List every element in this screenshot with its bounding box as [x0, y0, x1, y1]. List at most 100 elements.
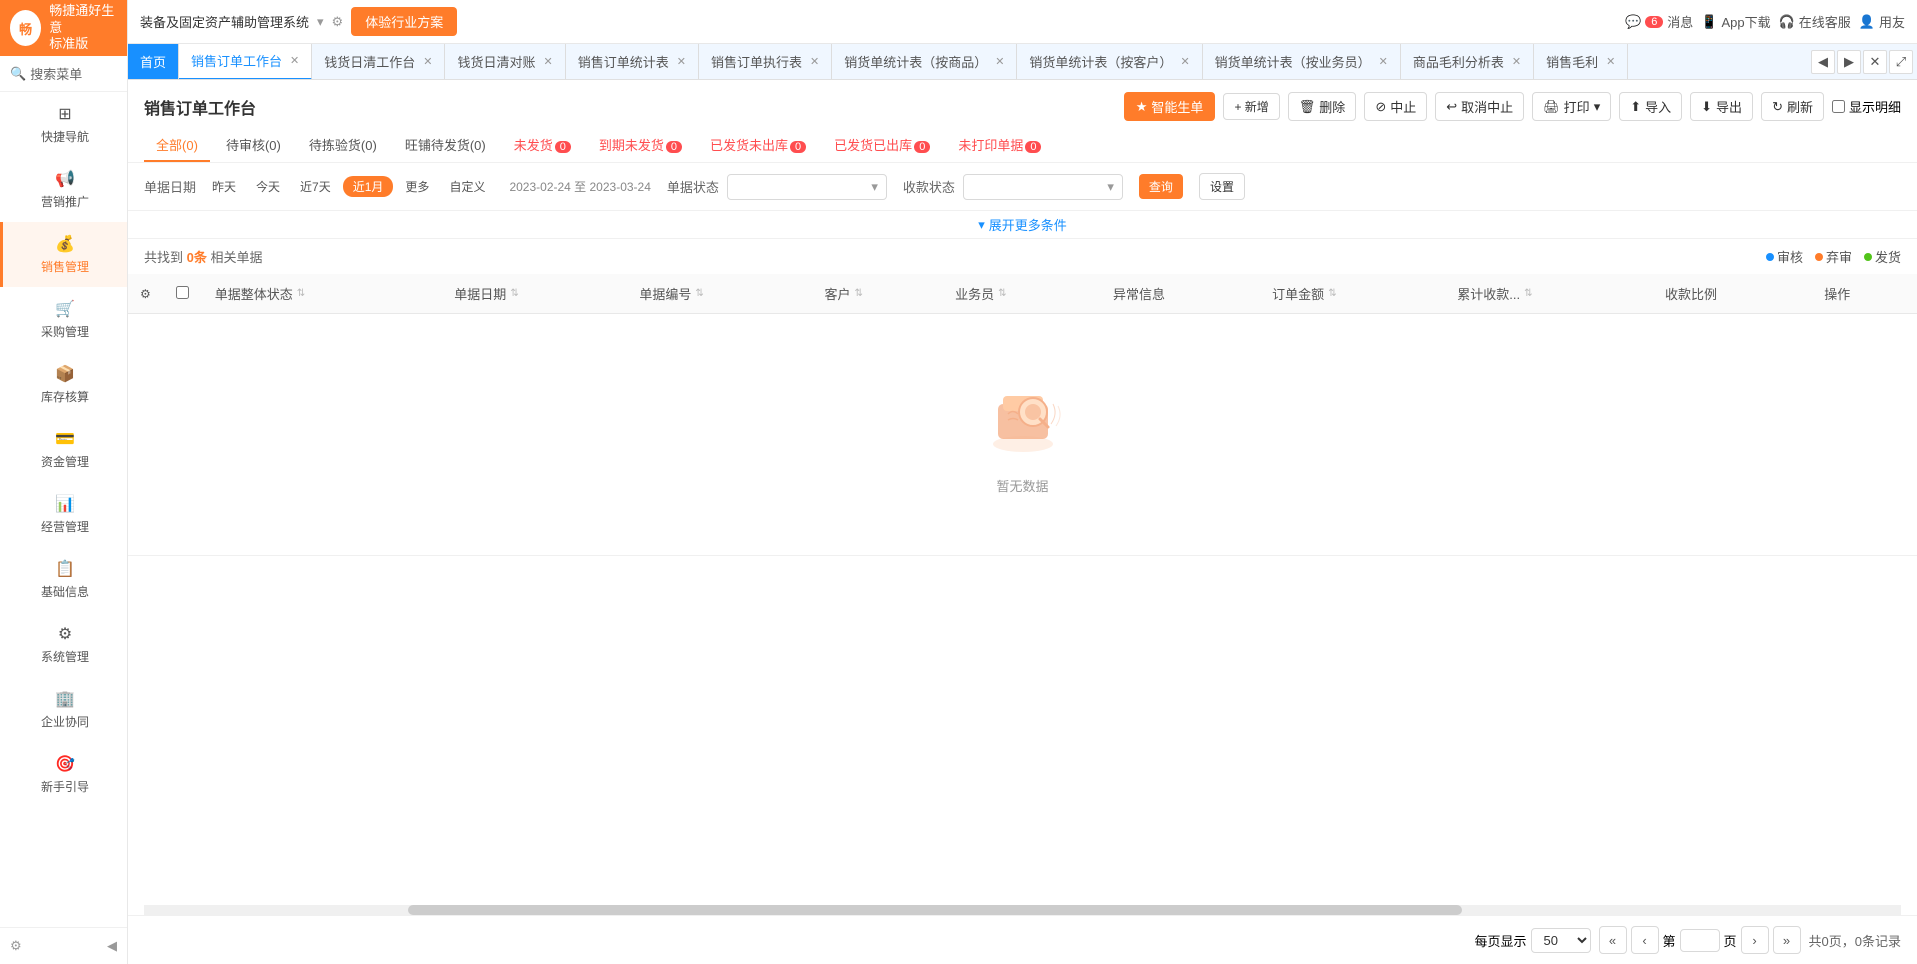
tab-sales-stats-staff[interactable]: 销货单统计表（按业务员） ✕ [1203, 44, 1401, 80]
page-size-select[interactable]: 50 100 200 [1531, 928, 1591, 953]
page-next-btn[interactable]: › [1741, 926, 1769, 954]
tab-cash-reconcile[interactable]: 钱货日清对账 ✕ [445, 44, 565, 80]
date-custom-btn[interactable]: 自定义 [441, 176, 493, 197]
page-size-selector: 每页显示 50 100 200 [1474, 928, 1590, 953]
sidebar-item-operations[interactable]: 📊 经营管理 [0, 482, 127, 547]
date-yesterday-btn[interactable]: 昨天 [204, 176, 244, 197]
tab-close-icon[interactable]: ✕ [677, 55, 686, 68]
sub-tab-not-shipped[interactable]: 未发货0 [502, 129, 583, 162]
tab-close-icon[interactable]: ✕ [290, 54, 299, 67]
tab-close-icon[interactable]: ✕ [810, 55, 819, 68]
select-all-checkbox[interactable] [176, 286, 189, 299]
sidebar-item-system[interactable]: ⚙ 系统管理 [0, 612, 127, 677]
tab-product-margin[interactable]: 商品毛利分析表 ✕ [1401, 44, 1534, 80]
filter-row: 单据日期 昨天 今天 近7天 近1月 更多 自定义 2023-02-24 至 2… [128, 163, 1917, 211]
bottom-scrollbar[interactable] [144, 905, 1901, 915]
sidebar-item-enterprise[interactable]: 🏢 企业协同 [0, 677, 127, 742]
page-number-input[interactable]: 1 [1680, 929, 1720, 952]
receipt-select[interactable]: ▾ [963, 174, 1123, 200]
tab-close-icon[interactable]: ✕ [423, 55, 432, 68]
smart-generate-button[interactable]: ★ 智能生单 [1124, 92, 1216, 121]
sub-tab-pending-review[interactable]: 待审核(0) [214, 129, 293, 162]
tab-close-icon[interactable]: ✕ [544, 55, 553, 68]
sub-tab-overdue-not-shipped[interactable]: 到期未发货0 [587, 129, 694, 162]
sidebar-item-guide[interactable]: 🎯 新手引导 [0, 742, 127, 807]
sidebar-search[interactable]: 🔍 搜索菜单 [0, 56, 127, 92]
tab-sales-workbench[interactable]: 销售订单工作台 ✕ [179, 44, 312, 80]
collapse-icon[interactable]: ◀ [107, 938, 117, 954]
sort-number[interactable]: 单据编号 ⇅ [639, 284, 800, 303]
sub-tab-shipped-out[interactable]: 已发货已出库0 [822, 129, 942, 162]
export-button[interactable]: ⬇ 导出 [1690, 92, 1753, 121]
tab-close-icon[interactable]: ✕ [1606, 55, 1615, 68]
add-button[interactable]: + 新增 [1223, 93, 1279, 120]
tab-sales-stats-customer[interactable]: 销货单统计表（按客户） ✕ [1017, 44, 1202, 80]
delete-button[interactable]: 🗑 删除 [1288, 92, 1357, 121]
date-more-btn[interactable]: 更多 [397, 176, 437, 197]
page-first-btn[interactable]: « [1599, 926, 1627, 954]
tab-cash-daily[interactable]: 钱货日清工作台 ✕ [312, 44, 445, 80]
date-today-btn[interactable]: 今天 [248, 176, 288, 197]
print-button[interactable]: 🖨 打印 ▾ [1532, 92, 1611, 121]
sales-icon: 💰 [55, 234, 75, 254]
sub-tab-all[interactable]: 全部(0) [144, 129, 210, 162]
import-button[interactable]: ⬆ 导入 [1619, 92, 1682, 121]
sidebar-item-purchase[interactable]: 🛒 采购管理 [0, 287, 127, 352]
date-7days-btn[interactable]: 近7天 [292, 176, 339, 197]
query-button[interactable]: 查询 [1139, 174, 1183, 199]
message-button[interactable]: 💬 6 消息 [1625, 12, 1693, 31]
tab-sales-stats-product[interactable]: 销货单统计表（按商品） ✕ [832, 44, 1017, 80]
sub-tab-not-printed[interactable]: 未打印单据0 [946, 129, 1053, 162]
cancel-pause-button[interactable]: ↩ 取消中止 [1435, 92, 1524, 121]
settings-icon[interactable]: ⚙ [10, 938, 22, 954]
tab-sales-exec[interactable]: 销售订单执行表 ✕ [699, 44, 832, 80]
page-prev-btn[interactable]: ‹ [1631, 926, 1659, 954]
sidebar-item-quick-nav[interactable]: ⊞ 快捷导航 [0, 92, 127, 157]
tab-close-icon[interactable]: ✕ [1512, 55, 1521, 68]
sort-accumulated[interactable]: 累计收款... ⇅ [1457, 284, 1641, 303]
tab-home[interactable]: 首页 [128, 44, 179, 80]
online-service-button[interactable]: 🎧 在线客服 [1779, 12, 1851, 31]
show-detail-checkbox[interactable]: 显示明细 [1832, 97, 1901, 116]
sort-amount[interactable]: 订单金额 ⇅ [1272, 284, 1433, 303]
sidebar-item-sales[interactable]: 💰 销售管理 [0, 222, 127, 287]
sidebar-item-marketing[interactable]: 📢 营销推广 [0, 157, 127, 222]
sub-tab-pending-inspect[interactable]: 待拣验货(0) [297, 129, 389, 162]
cancel-review-action[interactable]: 弃审 [1815, 247, 1852, 266]
tab-next-btn[interactable]: ▶ [1837, 50, 1861, 74]
app-download-button[interactable]: 📱 App下载 [1701, 12, 1770, 31]
page-last-btn[interactable]: » [1773, 926, 1801, 954]
sidebar-item-inventory[interactable]: 📦 库存核算 [0, 352, 127, 417]
sort-date[interactable]: 单据日期 ⇅ [454, 284, 615, 303]
scrollbar-thumb[interactable] [408, 905, 1462, 915]
user-button[interactable]: 👤 用友 [1859, 12, 1905, 31]
status-select[interactable]: ▾ [727, 174, 887, 200]
tab-close-icon[interactable]: ✕ [1379, 55, 1388, 68]
tab-prev-btn[interactable]: ◀ [1811, 50, 1835, 74]
sub-tab-shipped-not-in[interactable]: 已发货未出库0 [698, 129, 818, 162]
date-1month-btn[interactable]: 近1月 [343, 176, 394, 197]
tab-maximize-btn[interactable]: ⤢ [1889, 50, 1913, 74]
solution-button[interactable]: 体验行业方案 [351, 7, 457, 36]
pause-button[interactable]: ⊘ 中止 [1364, 92, 1427, 121]
sort-customer[interactable]: 客户 ⇅ [824, 284, 931, 303]
refresh-button[interactable]: ↻ 刷新 [1761, 92, 1824, 121]
tab-close-icon[interactable]: ✕ [995, 55, 1004, 68]
tab-sales-stats[interactable]: 销售订单统计表 ✕ [566, 44, 699, 80]
settings-filter-btn[interactable]: 设置 [1199, 173, 1245, 200]
show-detail-input[interactable] [1832, 100, 1845, 113]
tab-close-all-btn[interactable]: ✕ [1863, 50, 1887, 74]
expand-filter-bar: ▾ 展开更多条件 [128, 211, 1917, 239]
tab-close-icon[interactable]: ✕ [1180, 55, 1189, 68]
sort-staff[interactable]: 业务员 ⇅ [955, 284, 1089, 303]
sort-status[interactable]: 单据整体状态 ⇅ [215, 284, 431, 303]
sidebar-item-base[interactable]: 📋 基础信息 [0, 547, 127, 612]
settings-gear-icon[interactable]: ⚙ [332, 14, 344, 30]
sidebar-item-finance[interactable]: 💳 资金管理 [0, 417, 127, 482]
review-action[interactable]: 审核 [1766, 247, 1803, 266]
ship-action[interactable]: 发货 [1864, 247, 1901, 266]
sub-tab-wangpu-pending[interactable]: 旺铺待发货(0) [393, 129, 498, 162]
topbar-system-title: 装备及固定资产辅助管理系统 [140, 12, 309, 31]
tab-sales-revenue[interactable]: 销售毛利 ✕ [1534, 44, 1628, 80]
expand-conditions-btn[interactable]: ▾ 展开更多条件 [978, 215, 1067, 234]
